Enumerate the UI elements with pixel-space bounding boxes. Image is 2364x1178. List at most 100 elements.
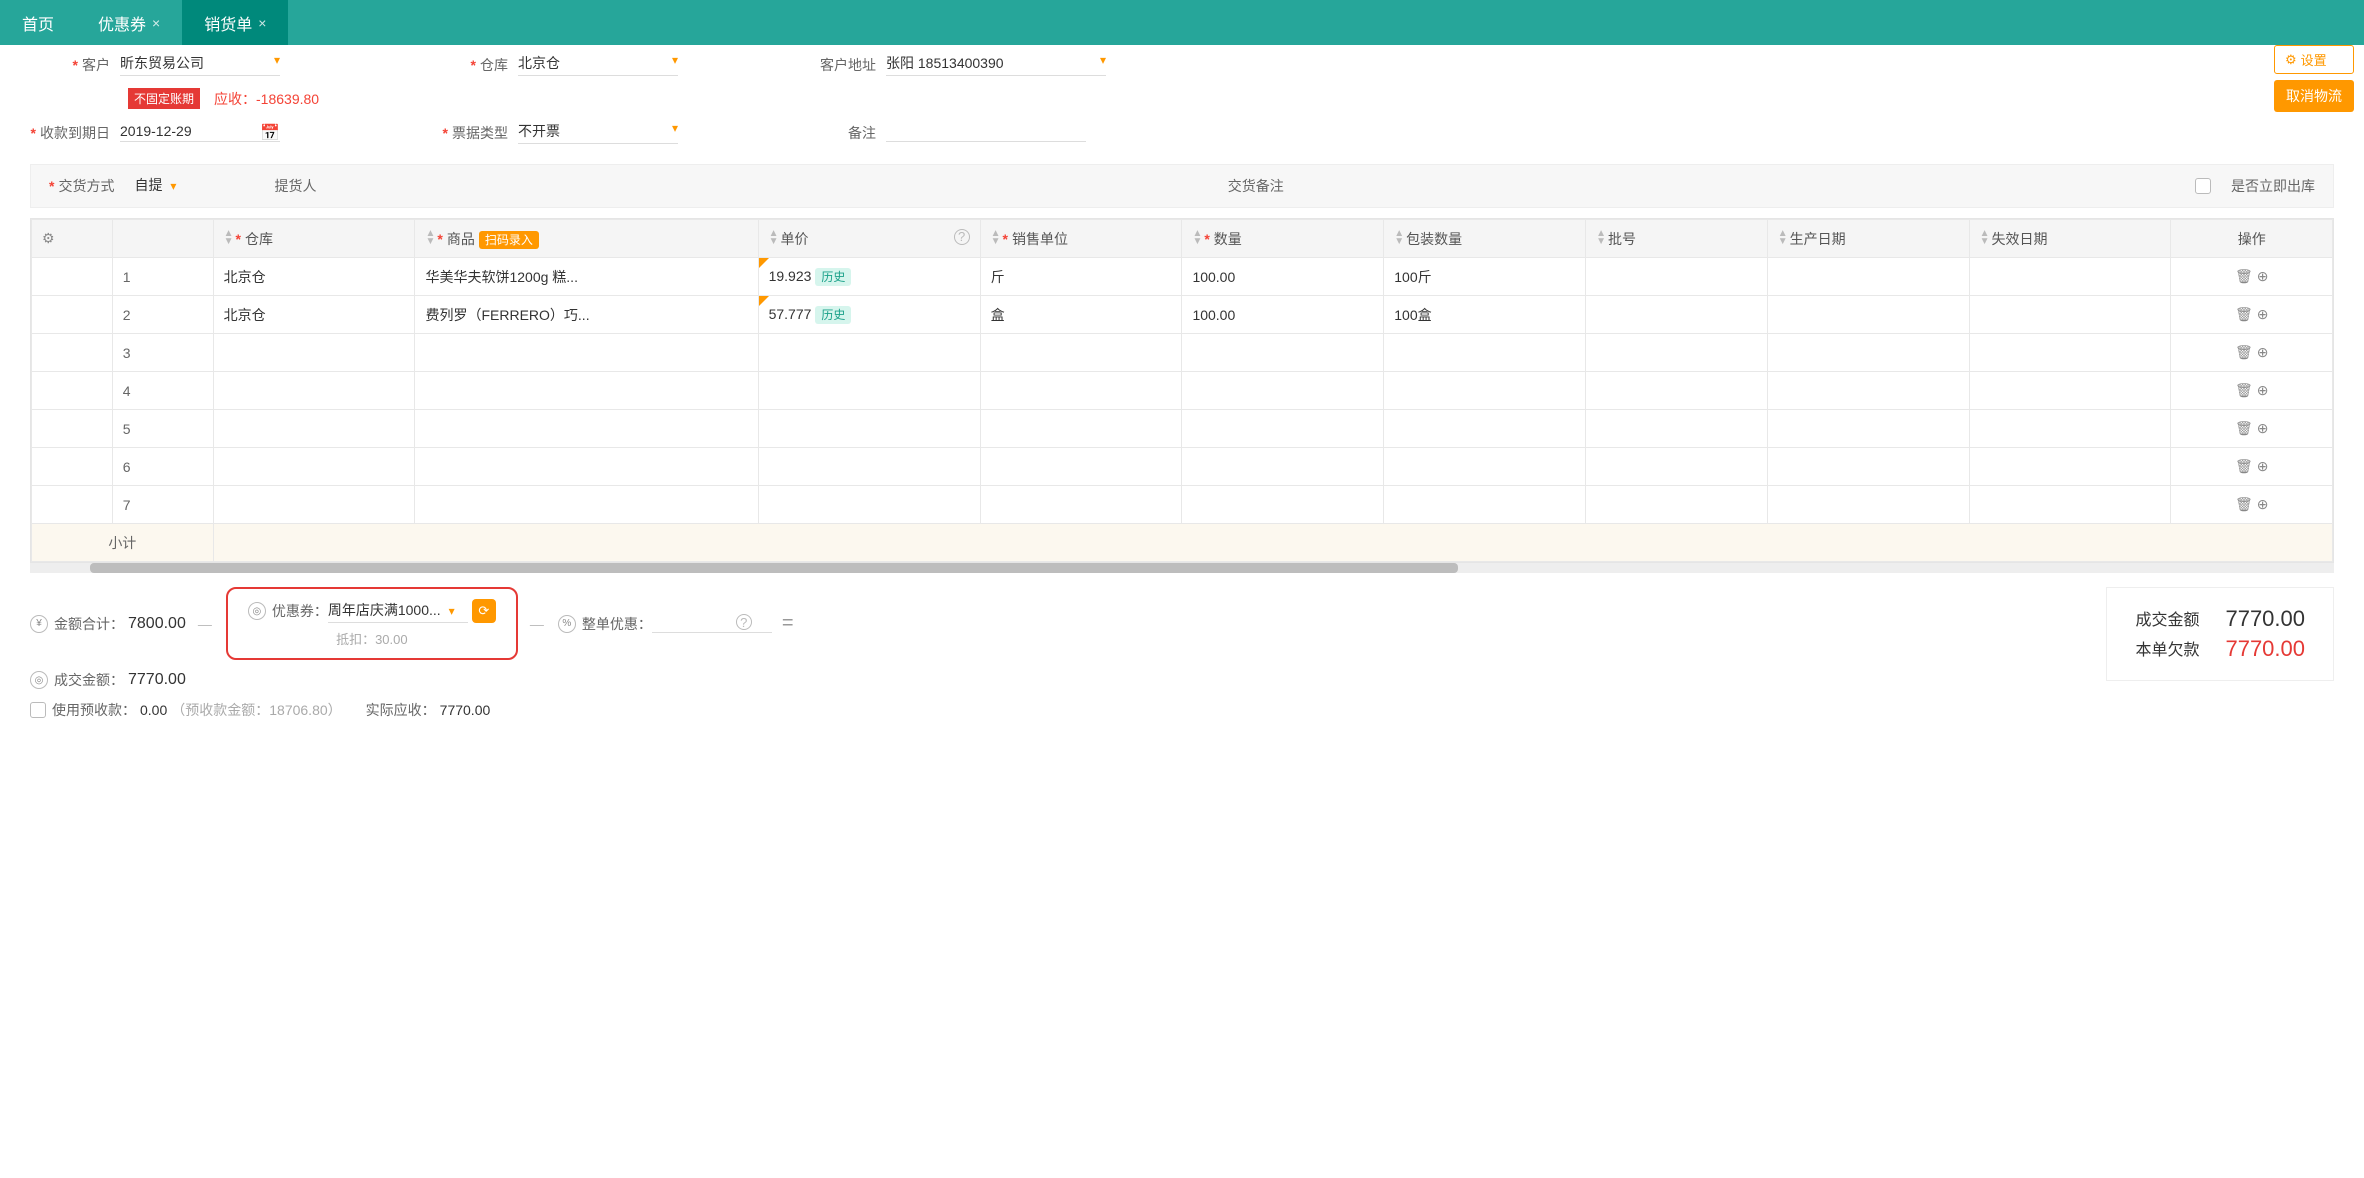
- cell-qty[interactable]: 100.00: [1182, 258, 1384, 296]
- cell-qty[interactable]: [1182, 448, 1384, 486]
- cell-mfg[interactable]: [1767, 334, 1969, 372]
- cell-warehouse[interactable]: [213, 334, 415, 372]
- billtype-select[interactable]: 不开票▾: [518, 121, 678, 144]
- cell-warehouse[interactable]: [213, 486, 415, 524]
- coupon-select[interactable]: 周年店庆满1000... ▾: [328, 600, 468, 623]
- history-button[interactable]: 历史: [815, 268, 851, 286]
- cell-unit[interactable]: 斤: [980, 258, 1182, 296]
- add-icon[interactable]: ⊕: [2257, 458, 2269, 474]
- calendar-icon[interactable]: 📅: [260, 123, 280, 143]
- cell-product[interactable]: 华美华夫软饼1200g 糕...: [415, 258, 758, 296]
- cancel-logistics-button[interactable]: 取消物流: [2274, 80, 2354, 112]
- cell-packqty[interactable]: [1384, 486, 1586, 524]
- cell-product[interactable]: [415, 486, 758, 524]
- customer-select[interactable]: 昕东贸易公司▾: [120, 53, 280, 76]
- scan-button[interactable]: 扫码录入: [479, 231, 539, 249]
- cell-qty[interactable]: [1182, 334, 1384, 372]
- tab-sales-order[interactable]: 销货单×: [182, 0, 288, 45]
- cell-warehouse[interactable]: 北京仓: [213, 296, 415, 334]
- batch-col[interactable]: ▲▼批号: [1586, 220, 1768, 258]
- cell-packqty[interactable]: [1384, 410, 1586, 448]
- add-icon[interactable]: ⊕: [2257, 496, 2269, 512]
- settings-col[interactable]: ⚙: [32, 220, 113, 258]
- cell-qty[interactable]: [1182, 410, 1384, 448]
- horizontal-scrollbar[interactable]: [30, 563, 2334, 573]
- address-select[interactable]: 张阳 18513400390▾: [886, 53, 1106, 76]
- cell-exp[interactable]: [1969, 258, 2171, 296]
- packqty-col[interactable]: ▲▼包装数量: [1384, 220, 1586, 258]
- delete-icon[interactable]: 🗑: [2235, 496, 2253, 512]
- history-button[interactable]: 历史: [815, 306, 851, 324]
- help-icon[interactable]: ?: [736, 614, 752, 630]
- picker-input[interactable]: [336, 176, 1207, 196]
- cell-batch[interactable]: [1586, 372, 1768, 410]
- close-icon[interactable]: ×: [152, 15, 160, 31]
- cell-mfg[interactable]: [1767, 410, 1969, 448]
- delete-icon[interactable]: 🗑: [2235, 382, 2253, 398]
- mfg-col[interactable]: ▲▼生产日期: [1767, 220, 1969, 258]
- cell-mfg[interactable]: [1767, 296, 1969, 334]
- cell-exp[interactable]: [1969, 486, 2171, 524]
- outbound-checkbox[interactable]: [2195, 178, 2211, 194]
- cell-warehouse[interactable]: [213, 372, 415, 410]
- cell-warehouse[interactable]: [213, 448, 415, 486]
- table-row[interactable]: 1北京仓华美华夫软饼1200g 糕...19.923历史斤100.00100斤🗑…: [32, 258, 2333, 296]
- cell-price[interactable]: [758, 372, 980, 410]
- cell-packqty[interactable]: [1384, 448, 1586, 486]
- cell-batch[interactable]: [1586, 258, 1768, 296]
- table-row[interactable]: 6🗑⊕: [32, 448, 2333, 486]
- delete-icon[interactable]: 🗑: [2235, 344, 2253, 360]
- cell-unit[interactable]: [980, 486, 1182, 524]
- table-row[interactable]: 2北京仓费列罗（FERRERO）巧...57.777历史盒100.00100盒🗑…: [32, 296, 2333, 334]
- cell-exp[interactable]: [1969, 334, 2171, 372]
- cell-mfg[interactable]: [1767, 486, 1969, 524]
- refresh-icon[interactable]: ⟳: [472, 599, 496, 623]
- cell-unit[interactable]: [980, 448, 1182, 486]
- cell-packqty[interactable]: [1384, 334, 1586, 372]
- cell-packqty[interactable]: 100盒: [1384, 296, 1586, 334]
- delete-icon[interactable]: 🗑: [2235, 306, 2253, 322]
- help-icon[interactable]: ?: [954, 229, 970, 245]
- use-prepay-checkbox[interactable]: [30, 702, 46, 718]
- exp-col[interactable]: ▲▼失效日期: [1969, 220, 2171, 258]
- cell-batch[interactable]: [1586, 334, 1768, 372]
- cell-mfg[interactable]: [1767, 258, 1969, 296]
- table-row[interactable]: 5🗑⊕: [32, 410, 2333, 448]
- scroll-thumb[interactable]: [90, 563, 1458, 573]
- cell-packqty[interactable]: [1384, 372, 1586, 410]
- cell-qty[interactable]: 100.00: [1182, 296, 1384, 334]
- cell-price[interactable]: [758, 448, 980, 486]
- cell-mfg[interactable]: [1767, 448, 1969, 486]
- close-icon[interactable]: ×: [258, 15, 266, 31]
- delete-icon[interactable]: 🗑: [2235, 458, 2253, 474]
- cell-batch[interactable]: [1586, 486, 1768, 524]
- tab-coupon[interactable]: 优惠券×: [76, 0, 182, 45]
- table-row[interactable]: 7🗑⊕: [32, 486, 2333, 524]
- cell-price[interactable]: [758, 410, 980, 448]
- cell-batch[interactable]: [1586, 410, 1768, 448]
- cell-warehouse[interactable]: [213, 410, 415, 448]
- add-icon[interactable]: ⊕: [2257, 306, 2269, 322]
- cell-product[interactable]: 费列罗（FERRERO）巧...: [415, 296, 758, 334]
- cell-unit[interactable]: [980, 372, 1182, 410]
- warehouse-col[interactable]: ▲▼*仓库: [213, 220, 415, 258]
- qty-col[interactable]: ▲▼*数量: [1182, 220, 1384, 258]
- product-col[interactable]: ▲▼*商品扫码录入: [415, 220, 758, 258]
- cell-packqty[interactable]: 100斤: [1384, 258, 1586, 296]
- paydate-input[interactable]: 2019-12-29📅: [120, 123, 280, 142]
- cell-exp[interactable]: [1969, 448, 2171, 486]
- cell-exp[interactable]: [1969, 410, 2171, 448]
- delivery-method-select[interactable]: 自提 ▾: [134, 175, 254, 197]
- cell-unit[interactable]: 盒: [980, 296, 1182, 334]
- cell-product[interactable]: [415, 448, 758, 486]
- cell-product[interactable]: [415, 372, 758, 410]
- table-row[interactable]: 4🗑⊕: [32, 372, 2333, 410]
- remark-input[interactable]: [886, 123, 1086, 142]
- tab-home[interactable]: 首页: [0, 0, 76, 45]
- add-icon[interactable]: ⊕: [2257, 420, 2269, 436]
- cell-exp[interactable]: [1969, 296, 2171, 334]
- table-row[interactable]: 3🗑⊕: [32, 334, 2333, 372]
- cell-price[interactable]: 19.923历史: [758, 258, 980, 296]
- cell-unit[interactable]: [980, 410, 1182, 448]
- price-col[interactable]: ▲▼单价?: [758, 220, 980, 258]
